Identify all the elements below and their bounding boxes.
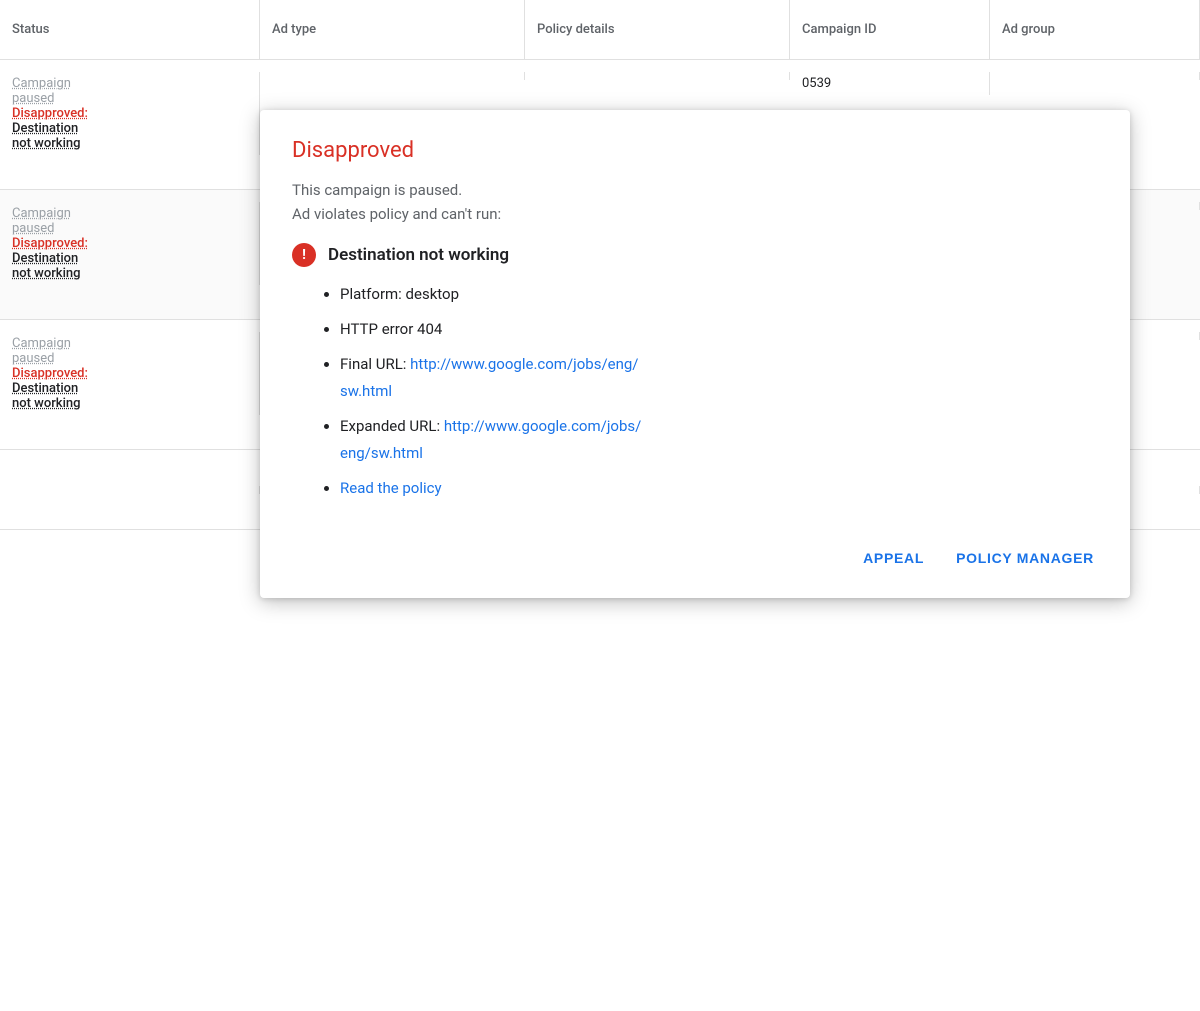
list-item-platform: Platform: desktop — [340, 281, 1098, 308]
policy-section-title: Destination not working — [328, 245, 509, 265]
status-destination-row2: Destination — [12, 251, 247, 266]
status-disapproved-row2[interactable]: Disapproved: — [12, 236, 247, 251]
appeal-button[interactable]: APPEAL — [859, 542, 928, 574]
status-disapproved-row3[interactable]: Disapproved: — [12, 366, 247, 381]
campaign-paused-row3: Campaign paused — [12, 336, 247, 366]
status-not-working-row2: not working — [12, 266, 247, 281]
popup-title: Disapproved — [292, 138, 1098, 163]
header-campaign: Campaign ID — [790, 0, 990, 59]
cell-status-row1: Campaign paused Disapproved: Destination… — [0, 72, 260, 155]
header-adtype: Ad type — [260, 0, 525, 59]
list-item-http-error: HTTP error 404 — [340, 316, 1098, 343]
read-policy-link[interactable]: Read the policy — [340, 479, 442, 497]
cell-adgroup-row1 — [990, 72, 1200, 80]
status-not-working-row1: not working — [12, 136, 247, 151]
list-item-read-policy: Read the policy — [340, 475, 1098, 502]
cell-policy-row1 — [525, 72, 790, 80]
popup-subtitle1: This campaign is paused. — [292, 181, 1098, 199]
cell-status-row2: Campaign paused Disapproved: Destination… — [0, 202, 260, 285]
policy-list: Platform: desktop HTTP error 404 Final U… — [292, 281, 1098, 502]
policy-header: ! Destination not working — [292, 243, 1098, 267]
expanded-url-prefix: Expanded URL: — [340, 417, 444, 435]
policy-popup: Disapproved This campaign is paused. Ad … — [260, 110, 1130, 598]
status-destination-row3: Destination — [12, 381, 247, 396]
cell-status-row3: Campaign paused Disapproved: Destination… — [0, 332, 260, 415]
policy-section: ! Destination not working Platform: desk… — [292, 243, 1098, 502]
status-not-working-row3: not working — [12, 396, 247, 411]
campaign-paused-row2: Campaign paused — [12, 206, 247, 236]
popup-subtitle2: Ad violates policy and can't run: — [292, 205, 1098, 223]
header-status: Status — [0, 0, 260, 59]
policy-manager-button[interactable]: POLICY MANAGER — [952, 542, 1098, 574]
header-policy: Policy details — [525, 0, 790, 59]
status-destination-row1: Destination — [12, 121, 247, 136]
cell-adtype-row1 — [260, 72, 525, 80]
error-icon: ! — [292, 243, 316, 267]
list-item-final-url: Final URL: http://www.google.com/jobs/en… — [340, 351, 1098, 405]
campaign-paused-row1: Campaign paused — [12, 76, 247, 106]
table-header: Status Ad type Policy details Campaign I… — [0, 0, 1200, 60]
status-disapproved-row1[interactable]: Disapproved: — [12, 106, 247, 121]
list-item-expanded-url: Expanded URL: http://www.google.com/jobs… — [340, 413, 1098, 467]
cell-campaign-row1: 0539 — [790, 72, 990, 95]
table-container: Status Ad type Policy details Campaign I… — [0, 0, 1200, 1011]
header-adgroup: Ad group — [990, 0, 1200, 59]
cell-status-bottom — [0, 486, 260, 494]
popup-actions: APPEAL POLICY MANAGER — [292, 530, 1098, 574]
final-url-prefix: Final URL: — [340, 355, 410, 373]
